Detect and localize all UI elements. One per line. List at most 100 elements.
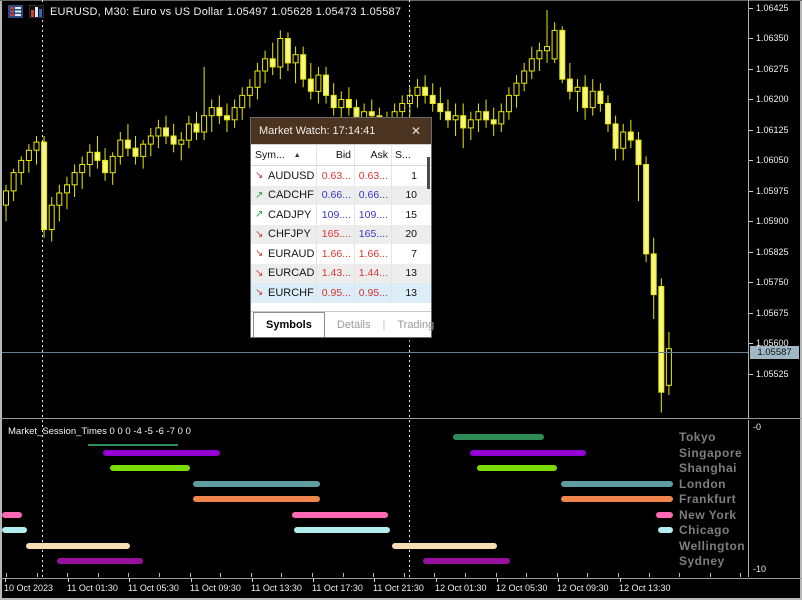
session-axis-tick <box>649 573 650 577</box>
candle-bull <box>48 204 55 231</box>
price-tick <box>749 129 753 131</box>
sessions-subwindow[interactable]: Market_Session_Times 0 0 0 -4 -5 -6 -7 0… <box>2 420 748 577</box>
trend-up-icon: ↗ <box>255 209 264 221</box>
price-tick-label: 1.05975 <box>756 185 789 196</box>
candle-bull <box>10 172 17 192</box>
time-tick-label: 10 Oct 2023 <box>4 583 54 593</box>
indicator-label: Market_Session_Times 0 0 0 -4 -5 -6 -7 0… <box>8 426 191 437</box>
price-tick <box>749 68 753 70</box>
tab-details[interactable]: Details <box>325 312 383 337</box>
price-tick <box>749 312 753 314</box>
table-row-eurchf[interactable]: ↘ EURCHF 0.95... 0.95... 13 <box>251 283 431 303</box>
session-axis-tick <box>465 573 466 577</box>
column-header-bid[interactable]: Bid <box>317 145 355 165</box>
price-tick <box>749 8 753 9</box>
session-label-frankfurt: Frankfurt <box>679 492 737 506</box>
time-tick-label: 12 Oct 09:30 <box>557 583 609 593</box>
price-tick-label: 1.05900 <box>756 216 789 227</box>
market-watch-header-row[interactable]: Sym... ▲ Bid Ask S... <box>251 145 431 166</box>
market-watch-titlebar[interactable]: Market Watch: 17:14:41 ✕ <box>251 118 431 144</box>
trend-up-icon: ↗ <box>255 189 264 201</box>
column-header-spread[interactable]: S... <box>392 145 422 165</box>
time-tick-label: 12 Oct 01:30 <box>435 583 487 593</box>
symbol-cell: ↘ EURAUD <box>251 244 317 264</box>
price-tick <box>749 251 753 253</box>
session-bar-sydney <box>423 558 510 564</box>
table-row-chfjpy[interactable]: ↘ CHFJPY 165.... 165.... 20 <box>251 224 431 244</box>
column-header-ask[interactable]: Ask <box>355 145 392 165</box>
price-axis[interactable]: 1.06425 1.06350 1.06275 1.06200 1.06125 1.060… <box>748 0 802 418</box>
candle-bear <box>307 78 314 92</box>
candle-bull <box>528 58 535 72</box>
price-tick-label: 1.05750 <box>756 277 789 288</box>
candle-bull <box>33 141 40 151</box>
spread-cell: 10 <box>405 189 417 202</box>
price-tick-label: 1.06200 <box>756 94 789 105</box>
candle-bull <box>254 70 261 88</box>
candle-bull <box>79 164 86 174</box>
table-row-cadjpy[interactable]: ↗ CADJPY 109.... 109.... 15 <box>251 205 431 225</box>
candle-bull <box>262 58 269 72</box>
candle-bear <box>132 147 139 157</box>
column-header-symbol[interactable]: Sym... ▲ <box>251 145 317 165</box>
session-axis-tick <box>373 573 374 577</box>
price-tick <box>749 99 753 101</box>
candle-bull <box>277 38 284 68</box>
session-axis-tick <box>281 573 282 577</box>
candle-bull <box>147 135 154 145</box>
candle-bull <box>117 139 124 157</box>
session-bar-frankfurt <box>561 496 673 502</box>
sort-ascending-icon: ▲ <box>293 151 301 159</box>
panel-separator[interactable] <box>0 418 802 419</box>
candle-bull <box>414 86 421 96</box>
spread-cell: 1 <box>411 169 417 182</box>
close-icon[interactable]: ✕ <box>409 124 423 138</box>
trend-down-icon: ↘ <box>255 228 264 240</box>
session-bar-chicago <box>294 527 390 533</box>
tab-symbols[interactable]: Symbols <box>253 312 325 337</box>
time-axis[interactable]: 10 Oct 2023 11 Oct 01:30 11 Oct 05:30 11 Oc… <box>2 578 802 598</box>
table-row-audusd[interactable]: ↘ AUDUSD 0.63... 0.63... 1 <box>251 166 431 186</box>
candle-bear <box>635 139 642 166</box>
time-tick <box>252 578 253 582</box>
candle-bear <box>566 78 573 92</box>
spread-cell: 15 <box>405 208 417 221</box>
sessions-scale-bottom: -10 <box>753 564 767 574</box>
time-tick <box>620 578 621 582</box>
market-watch-icon[interactable] <box>8 5 23 18</box>
candle-bull <box>315 74 322 92</box>
candle-bull <box>178 139 185 145</box>
bid-cell: 0.63... <box>317 166 355 186</box>
bid-cell: 0.66... <box>317 185 355 205</box>
candle-bear <box>224 115 230 121</box>
time-tick <box>374 578 375 582</box>
session-label-new-york: New York <box>679 507 737 522</box>
chart-window-icon[interactable] <box>28 4 45 19</box>
session-axis-tick <box>618 573 619 577</box>
candle-bear <box>483 111 490 121</box>
sessions-scale-axis: -0 -10 <box>748 420 802 577</box>
scrollbar-thumb[interactable] <box>427 157 430 189</box>
session-bar-london <box>193 480 320 487</box>
session-bar-sydney <box>57 558 143 564</box>
time-tick-label: 11 Oct 09:30 <box>190 583 241 593</box>
trend-down-icon: ↘ <box>255 267 264 279</box>
candle-bear <box>269 58 276 68</box>
candle-bull <box>620 131 627 149</box>
candle-bear <box>170 135 177 145</box>
session-label-wellington: Wellington <box>679 538 746 553</box>
session-axis-tick <box>220 573 221 577</box>
spread-cell: 13 <box>405 267 417 280</box>
table-row-euraud[interactable]: ↘ EURAUD 1.66... 1.66... 7 <box>251 244 431 264</box>
table-row-cadchf[interactable]: ↗ CADCHF 0.66... 0.66... 10 <box>251 185 431 205</box>
table-row-eurcad[interactable]: ↘ EURCAD 1.43... 1.44... 13 <box>251 263 431 283</box>
price-tick-label: 1.06425 <box>756 3 789 13</box>
session-bar-wellington <box>392 542 497 549</box>
bid-cell: 109.... <box>317 205 355 225</box>
symbol-header-label: Sym... <box>255 149 285 161</box>
session-bar-tokyo <box>453 434 544 440</box>
day-separator-line <box>42 420 43 577</box>
tab-trading[interactable]: Trading <box>385 312 446 337</box>
candle-bull <box>467 119 474 129</box>
spread-cell: 13 <box>405 286 417 299</box>
